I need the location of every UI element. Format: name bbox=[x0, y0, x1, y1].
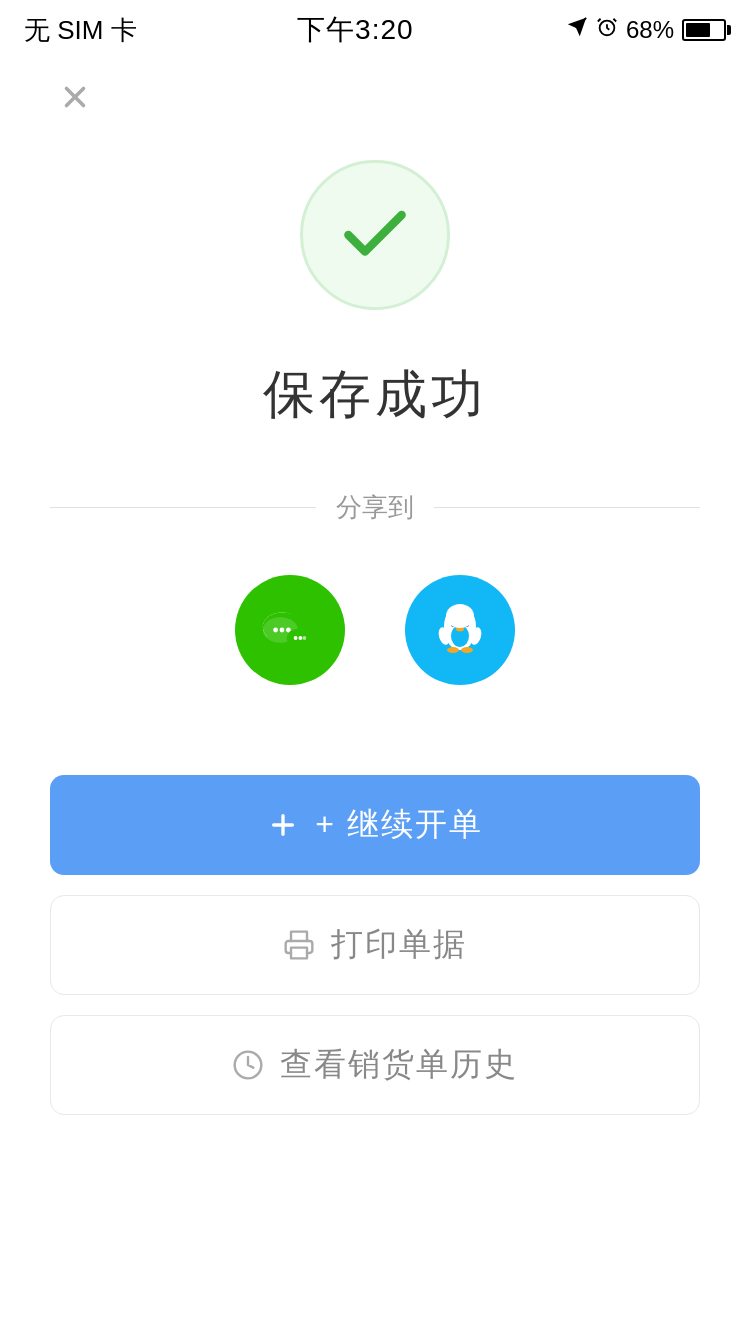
status-bar: 无 SIM 卡 下午3:20 68% bbox=[0, 0, 750, 60]
svg-point-14 bbox=[298, 636, 302, 640]
share-divider: 分享到 bbox=[50, 490, 700, 525]
history-icon bbox=[232, 1049, 264, 1081]
location-icon bbox=[566, 16, 588, 44]
action-buttons: + 继续开单 打印单据 查看销货单历史 bbox=[50, 775, 700, 1115]
success-icon-circle bbox=[300, 160, 450, 310]
share-icons bbox=[235, 575, 515, 685]
svg-point-26 bbox=[461, 647, 473, 653]
svg-point-15 bbox=[302, 636, 306, 640]
status-left: 无 SIM 卡 bbox=[24, 13, 145, 48]
svg-marker-2 bbox=[568, 18, 586, 36]
history-label: 查看销货单历史 bbox=[280, 1043, 518, 1087]
history-button[interactable]: 查看销货单历史 bbox=[50, 1015, 700, 1115]
success-title: 保存成功 bbox=[263, 360, 487, 430]
wechat-share-button[interactable] bbox=[235, 575, 345, 685]
divider-line-right bbox=[434, 507, 700, 508]
alarm-icon bbox=[596, 16, 618, 44]
status-right: 68% bbox=[566, 16, 726, 44]
svg-point-9 bbox=[273, 628, 278, 633]
sim-status: 无 SIM 卡 bbox=[24, 13, 137, 48]
svg-point-25 bbox=[447, 647, 459, 653]
svg-point-24 bbox=[446, 604, 474, 628]
status-time: 下午3:20 bbox=[297, 11, 414, 49]
continue-label: + 继续开单 bbox=[315, 803, 483, 847]
plus-icon bbox=[267, 809, 299, 841]
svg-point-13 bbox=[294, 636, 298, 640]
print-label: 打印单据 bbox=[331, 923, 467, 967]
continue-button[interactable]: + 继续开单 bbox=[50, 775, 700, 875]
main-content: 保存成功 分享到 bbox=[0, 60, 750, 1115]
battery-text: 68% bbox=[626, 16, 674, 44]
qq-share-button[interactable] bbox=[405, 575, 515, 685]
battery-icon bbox=[682, 19, 726, 41]
print-button[interactable]: 打印单据 bbox=[50, 895, 700, 995]
print-icon bbox=[283, 929, 315, 961]
svg-point-10 bbox=[280, 628, 285, 633]
svg-rect-31 bbox=[291, 948, 307, 959]
divider-line-left bbox=[50, 507, 316, 508]
close-button[interactable] bbox=[50, 72, 100, 122]
share-label: 分享到 bbox=[336, 490, 414, 525]
